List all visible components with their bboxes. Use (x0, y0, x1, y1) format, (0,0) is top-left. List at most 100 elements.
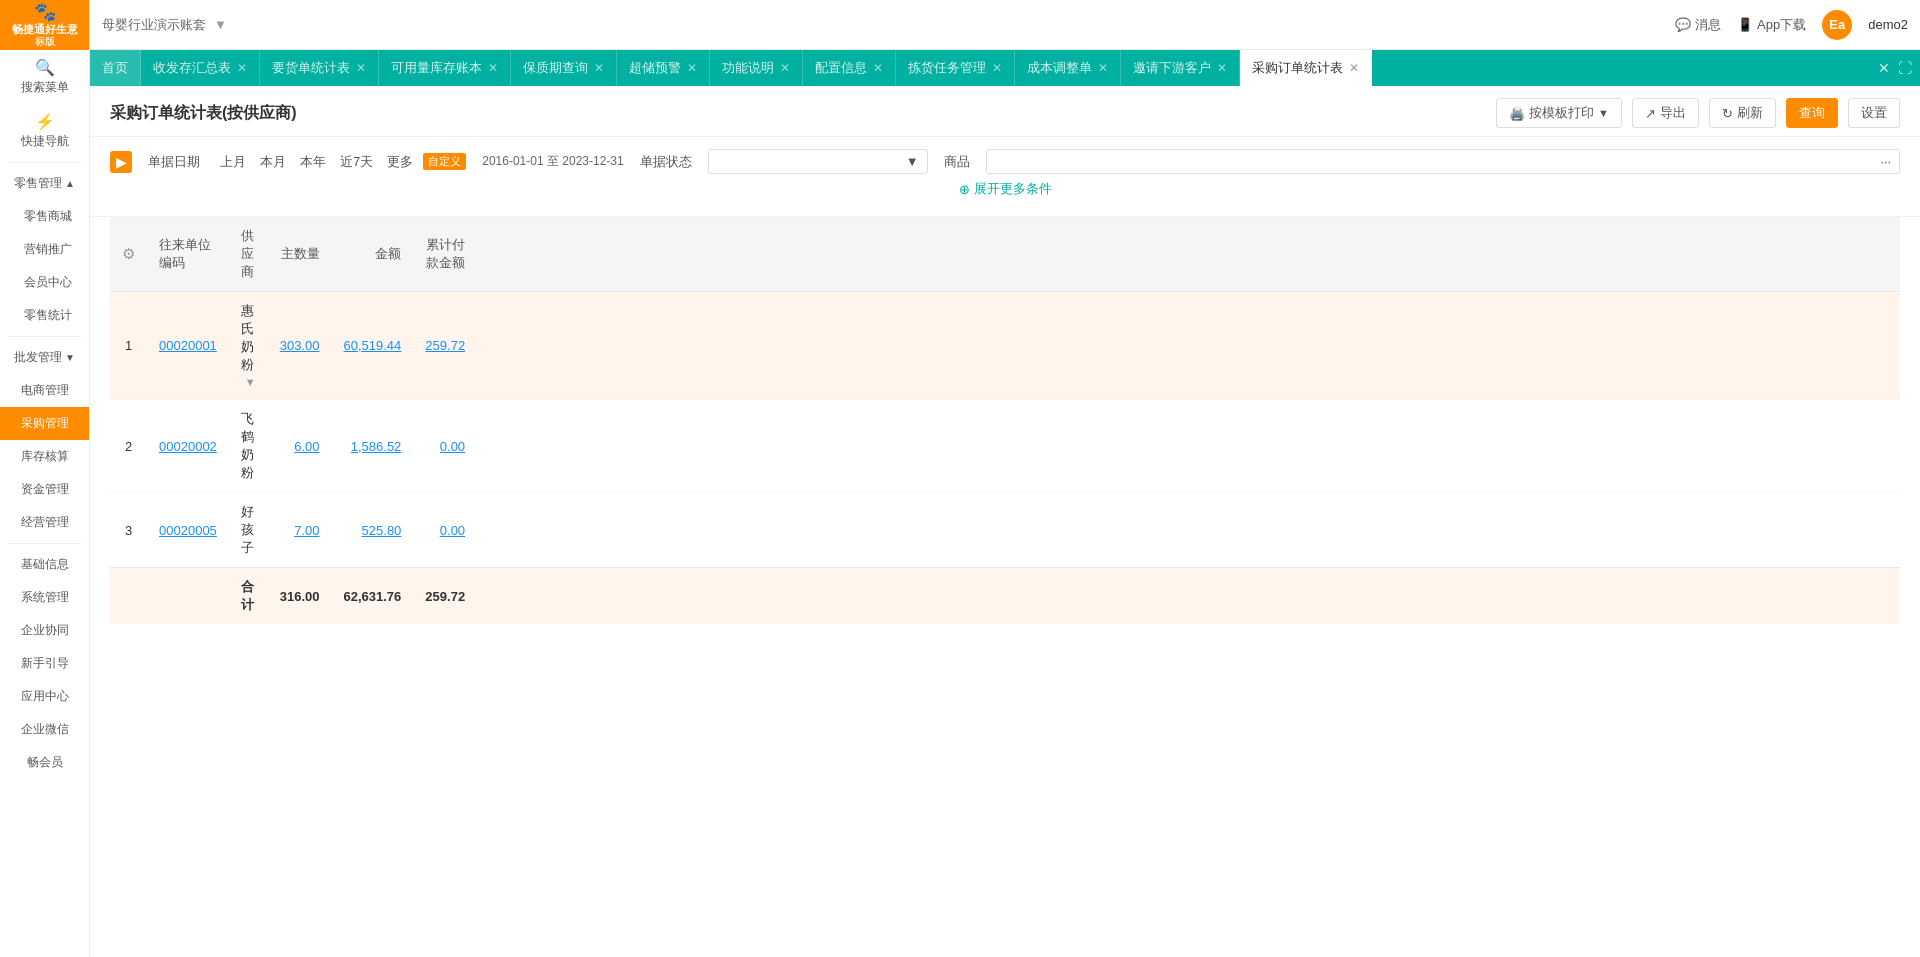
tab-overstock[interactable]: 超储预警 ✕ (617, 50, 710, 86)
amount-link[interactable]: 60,519.44 (344, 338, 402, 353)
tab-order-stat[interactable]: 要货单统计表 ✕ (260, 50, 379, 86)
tab-close-icon[interactable]: ✕ (237, 61, 247, 75)
tab-receive-send[interactable]: 收发存汇总表 ✕ (141, 50, 260, 86)
row-unit-code: 00020001 (147, 292, 229, 400)
tab-cost-adj[interactable]: 成本调整单 ✕ (1015, 50, 1121, 86)
sidebar-item-system[interactable]: 系统管理 (0, 581, 89, 614)
tab-purchase-stat[interactable]: 采购订单统计表 ✕ (1240, 50, 1372, 86)
column-settings-icon[interactable]: ⚙ (122, 245, 135, 262)
unit-code-link[interactable]: 00020001 (159, 338, 217, 353)
sidebar: 🐾 畅捷通好生意 标版 🔍 搜索菜单 ⚡ 快捷导航 零售管理 ▲ 零售商城 营销… (0, 0, 90, 957)
tab-close-icon[interactable]: ✕ (488, 61, 498, 75)
tab-close-icon[interactable]: ✕ (780, 61, 790, 75)
sidebar-item-retail-stat[interactable]: 零售统计 (0, 299, 89, 332)
tab-home[interactable]: 首页 (90, 50, 141, 86)
expand-row-icon[interactable]: ▼ (245, 376, 256, 388)
date-range-display: 2016-01-01 至 2023-12-31 (482, 153, 623, 170)
tab-label: 功能说明 (722, 59, 774, 77)
sidebar-item-retail-mall[interactable]: 零售商城 (0, 200, 89, 233)
export-btn[interactable]: ↗ 导出 (1632, 98, 1699, 128)
tab-func-desc[interactable]: 功能说明 ✕ (710, 50, 803, 86)
tab-config[interactable]: 配置信息 ✕ (803, 50, 896, 86)
sidebar-item-inventory[interactable]: 库存核算 (0, 440, 89, 473)
tab-close-icon[interactable]: ✕ (687, 61, 697, 75)
tab-invite-down[interactable]: 邀请下游客户 ✕ (1121, 50, 1240, 86)
row-unit-code: 00020002 (147, 400, 229, 493)
download-icon: 📱 (1737, 17, 1753, 32)
sidebar-item-retail[interactable]: 零售管理 ▲ (0, 167, 89, 200)
tab-close-icon[interactable]: ✕ (1098, 61, 1108, 75)
shortcut-more[interactable]: 更多 (383, 151, 417, 173)
workspace-dropdown-icon[interactable]: ▼ (214, 17, 227, 32)
paid-link[interactable]: 0.00 (440, 439, 465, 454)
custom-date-badge[interactable]: 自定义 (423, 153, 466, 170)
query-btn[interactable]: 查询 (1786, 98, 1838, 128)
message-btn[interactable]: 💬 消息 (1675, 16, 1721, 34)
shortcut-7days[interactable]: 近7天 (336, 151, 377, 173)
data-table: ⚙ 往来单位编码 供应商 主数量 (110, 217, 1900, 624)
page-actions: 🖨️ 按模板打印 ▼ ↗ 导出 ↻ 刷新 查询 (1496, 98, 1900, 128)
sidebar-item-basic[interactable]: 基础信息 (0, 548, 89, 581)
avatar[interactable]: Ea (1822, 10, 1852, 40)
sidebar-item-marketing[interactable]: 营销推广 (0, 233, 89, 266)
goods-filter-label: 商品 (944, 153, 970, 171)
tab-close-icon[interactable]: ✕ (1217, 61, 1227, 75)
amount-link[interactable]: 1,586.52 (351, 439, 402, 454)
col-paid: 累计付款金额 (413, 217, 477, 292)
sidebar-item-wechat[interactable]: 企业微信 (0, 713, 89, 746)
search-icon: 🔍 (35, 58, 55, 77)
tab-expiry[interactable]: 保质期查询 ✕ (511, 50, 617, 86)
refresh-btn[interactable]: ↻ 刷新 (1709, 98, 1776, 128)
tab-close-icon[interactable]: ✕ (992, 61, 1002, 75)
shortcut-this-year[interactable]: 本年 (296, 151, 330, 173)
main-qty-link[interactable]: 303.00 (280, 338, 320, 353)
tab-close-icon[interactable]: ✕ (873, 61, 883, 75)
footer-label: 合计 (229, 568, 268, 625)
tabbar: 首页 收发存汇总表 ✕ 要货单统计表 ✕ 可用量库存账本 ✕ 保质期查询 ✕ 超… (90, 50, 1920, 86)
sidebar-item-finance[interactable]: 资金管理 (0, 473, 89, 506)
sidebar-item-wholesale[interactable]: 批发管理 ▼ (0, 341, 89, 374)
filter-toggle-btn[interactable]: ▶ (110, 151, 132, 173)
sidebar-item-app-center[interactable]: 应用中心 (0, 680, 89, 713)
sidebar-item-collab[interactable]: 企业协同 (0, 614, 89, 647)
app-download-btn[interactable]: 📱 App下载 (1737, 16, 1806, 34)
unit-code-link[interactable]: 00020002 (159, 439, 217, 454)
unit-code-link[interactable]: 00020005 (159, 523, 217, 538)
tab-close-icon[interactable]: ✕ (594, 61, 604, 75)
row-paid: 0.00 (413, 493, 477, 568)
sidebar-item-newbie[interactable]: 新手引导 (0, 647, 89, 680)
settings-btn[interactable]: 设置 (1848, 98, 1900, 128)
shortcut-last-month[interactable]: 上月 (216, 151, 250, 173)
sidebar-item-ops[interactable]: 经营管理 (0, 506, 89, 539)
tab-available-stock[interactable]: 可用量库存账本 ✕ (379, 50, 511, 86)
sidebar-item-ecommerce[interactable]: 电商管理 (0, 374, 89, 407)
member-label: 会员中心 (24, 274, 72, 291)
goods-more-icon[interactable]: ··· (1880, 154, 1891, 169)
tab-label: 配置信息 (815, 59, 867, 77)
tab-close-icon[interactable]: ✕ (1349, 61, 1359, 75)
page-title: 采购订单统计表(按供应商) (110, 103, 297, 124)
sidebar-item-search[interactable]: 🔍 搜索菜单 (0, 50, 89, 104)
main-qty-link[interactable]: 6.00 (294, 439, 319, 454)
sidebar-item-vip[interactable]: 畅会员 (0, 746, 89, 779)
tab-pick-task[interactable]: 拣货任务管理 ✕ (896, 50, 1015, 86)
main-qty-link[interactable]: 7.00 (294, 523, 319, 538)
sidebar-item-quick-nav[interactable]: ⚡ 快捷导航 (0, 104, 89, 158)
maximize-btn[interactable]: ⛶ (1898, 60, 1912, 76)
amount-link[interactable]: 525.80 (362, 523, 402, 538)
paid-link[interactable]: 0.00 (440, 523, 465, 538)
workspace-label: 母婴行业演示账套 (102, 16, 206, 34)
goods-select[interactable]: ··· (986, 149, 1900, 174)
sidebar-item-purchase[interactable]: 采购管理 (0, 407, 89, 440)
paid-link[interactable]: 259.72 (425, 338, 465, 353)
sidebar-item-member[interactable]: 会员中心 (0, 266, 89, 299)
footer-empty-2 (147, 568, 229, 625)
close-all-btn[interactable]: ✕ (1878, 60, 1890, 76)
expand-more-btn[interactable]: ⊕ 展开更多条件 (110, 174, 1900, 204)
print-btn[interactable]: 🖨️ 按模板打印 ▼ (1496, 98, 1622, 128)
tab-close-icon[interactable]: ✕ (356, 61, 366, 75)
filter-row-1: ▶ 单据日期 上月 本月 本年 近7天 更多 自定义 2016-01-01 至 … (110, 149, 1900, 174)
shortcut-this-month[interactable]: 本月 (256, 151, 290, 173)
status-select[interactable]: ▼ (708, 149, 928, 174)
sidebar-item-label: 快捷导航 (21, 133, 69, 150)
